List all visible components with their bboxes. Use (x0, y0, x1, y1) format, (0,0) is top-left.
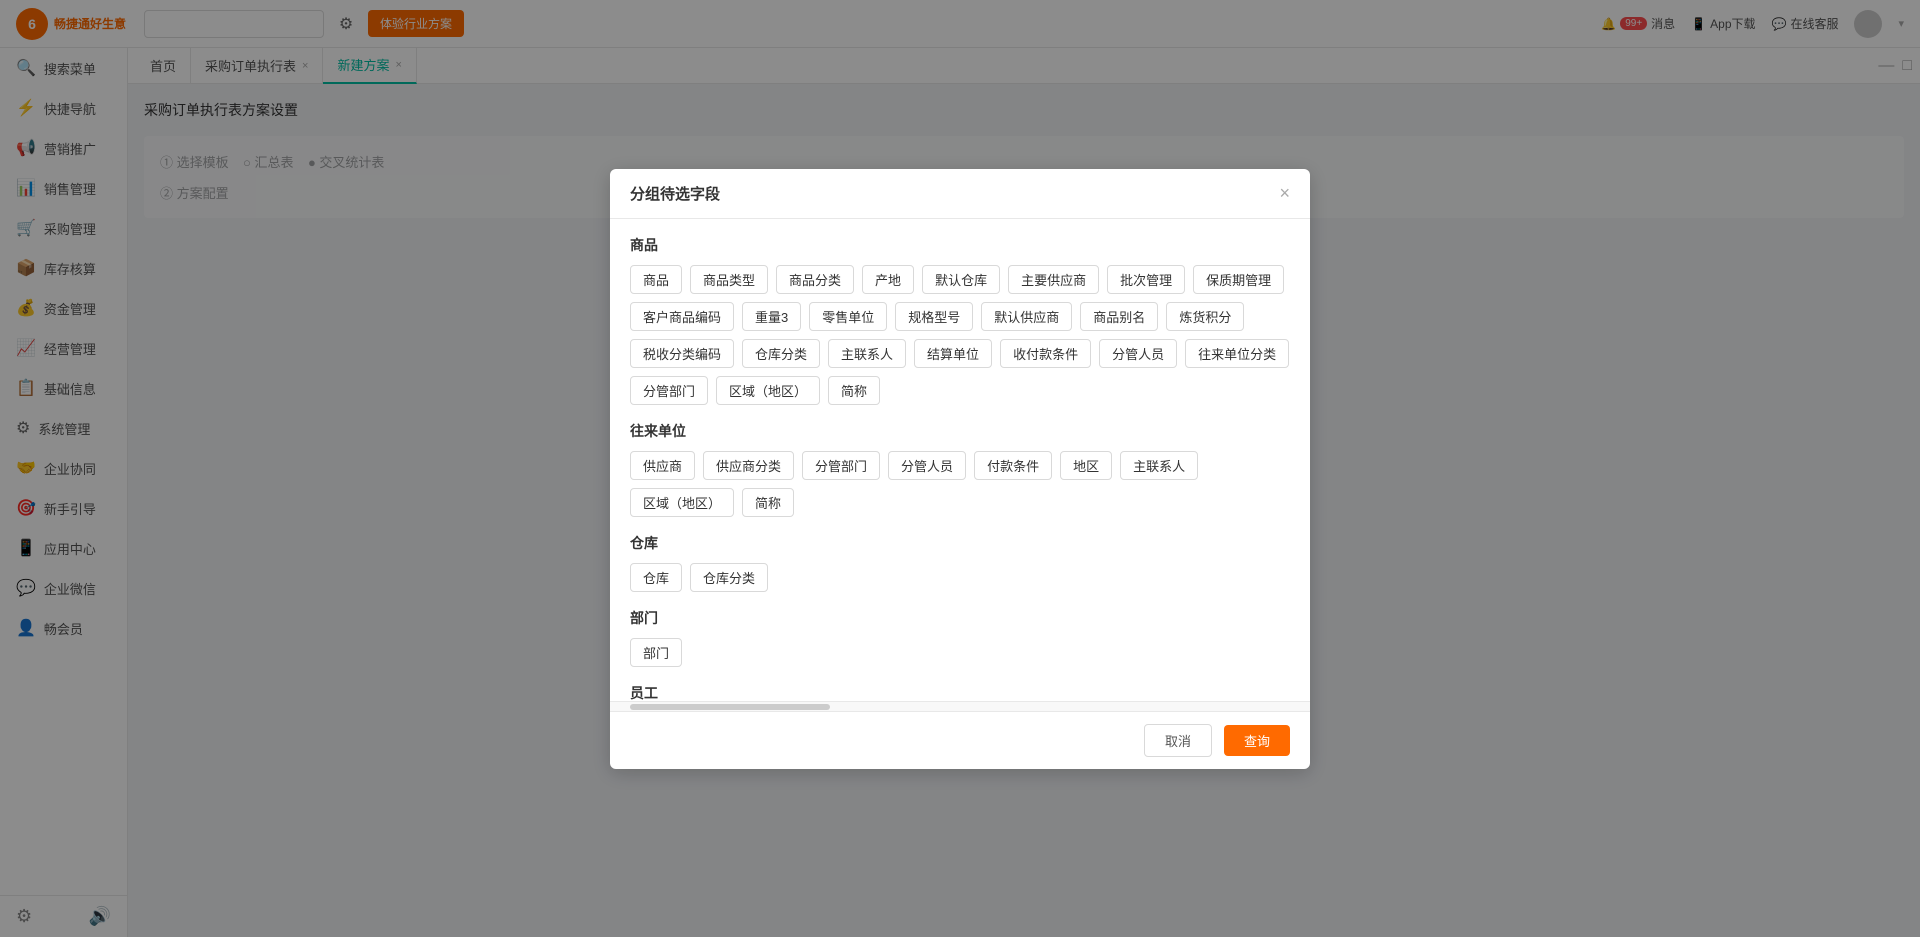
field-tag[interactable]: 批次管理 (1107, 265, 1185, 294)
modal-body: 商品 商品 商品类型 商品分类 产地 默认仓库 主要供应商 批次管理 保质期管理… (610, 219, 1310, 701)
section-title-warehouse: 仓库 (630, 533, 1290, 553)
field-tag[interactable]: 结算单位 (914, 339, 992, 368)
field-tag[interactable]: 地区 (1060, 451, 1112, 480)
section-title-partner: 往来单位 (630, 421, 1290, 441)
modal-title: 分组待选字段 (630, 183, 720, 204)
field-tag[interactable]: 商品 (630, 265, 682, 294)
modal-header: 分组待选字段 × (610, 169, 1310, 219)
field-tag[interactable]: 部门 (630, 638, 682, 667)
field-tag[interactable]: 零售单位 (809, 302, 887, 331)
field-tag[interactable]: 简称 (828, 376, 880, 405)
field-tag[interactable]: 主要供应商 (1008, 265, 1099, 294)
field-tag[interactable]: 分管人员 (888, 451, 966, 480)
field-tag[interactable]: 供应商分类 (703, 451, 794, 480)
section-title-staff: 员工 (630, 683, 1290, 701)
fields-grid-goods: 商品 商品类型 商品分类 产地 默认仓库 主要供应商 批次管理 保质期管理 客户… (630, 265, 1290, 405)
field-tag[interactable]: 商品类型 (690, 265, 768, 294)
field-tag[interactable]: 供应商 (630, 451, 695, 480)
modal-footer: 取消 查询 (610, 711, 1310, 769)
cancel-button[interactable]: 取消 (1144, 724, 1212, 757)
fields-grid-partner: 供应商 供应商分类 分管部门 分管人员 付款条件 地区 主联系人 区域（地区） … (630, 451, 1290, 517)
field-tag[interactable]: 商品别名 (1080, 302, 1158, 331)
field-tag[interactable]: 分管部门 (802, 451, 880, 480)
field-tag[interactable]: 保质期管理 (1193, 265, 1284, 294)
field-tag[interactable]: 主联系人 (828, 339, 906, 368)
field-tag[interactable]: 规格型号 (895, 302, 973, 331)
field-tag[interactable]: 默认仓库 (922, 265, 1000, 294)
field-tag[interactable]: 区域（地区） (716, 376, 820, 405)
field-tag[interactable]: 区域（地区） (630, 488, 734, 517)
section-title-dept: 部门 (630, 608, 1290, 628)
field-tag[interactable]: 客户商品编码 (630, 302, 734, 331)
field-tag[interactable]: 商品分类 (776, 265, 854, 294)
field-tag[interactable]: 付款条件 (974, 451, 1052, 480)
field-tag[interactable]: 产地 (862, 265, 914, 294)
hscroll-thumb (630, 704, 830, 710)
section-title-goods: 商品 (630, 235, 1290, 255)
field-tag[interactable]: 仓库分类 (690, 563, 768, 592)
field-tag[interactable]: 默认供应商 (981, 302, 1072, 331)
field-tag[interactable]: 收付款条件 (1000, 339, 1091, 368)
field-tag[interactable]: 炼货积分 (1166, 302, 1244, 331)
modal-overlay: 分组待选字段 × 商品 商品 商品类型 商品分类 产地 默认仓库 主要供应商 批… (0, 0, 1920, 937)
field-tag[interactable]: 主联系人 (1120, 451, 1198, 480)
modal-horizontal-scrollbar[interactable] (610, 701, 1310, 711)
field-tag[interactable]: 税收分类编码 (630, 339, 734, 368)
confirm-button[interactable]: 查询 (1224, 725, 1290, 756)
field-tag[interactable]: 仓库分类 (742, 339, 820, 368)
field-tag[interactable]: 分管部门 (630, 376, 708, 405)
fields-grid-warehouse: 仓库 仓库分类 (630, 563, 1290, 592)
fields-grid-dept: 部门 (630, 638, 1290, 667)
field-tag[interactable]: 仓库 (630, 563, 682, 592)
field-tag[interactable]: 往来单位分类 (1185, 339, 1289, 368)
field-tag[interactable]: 重量3 (742, 302, 801, 331)
field-tag[interactable]: 分管人员 (1099, 339, 1177, 368)
modal-dialog: 分组待选字段 × 商品 商品 商品类型 商品分类 产地 默认仓库 主要供应商 批… (610, 169, 1310, 769)
modal-close-btn[interactable]: × (1279, 183, 1290, 204)
field-tag[interactable]: 简称 (742, 488, 794, 517)
